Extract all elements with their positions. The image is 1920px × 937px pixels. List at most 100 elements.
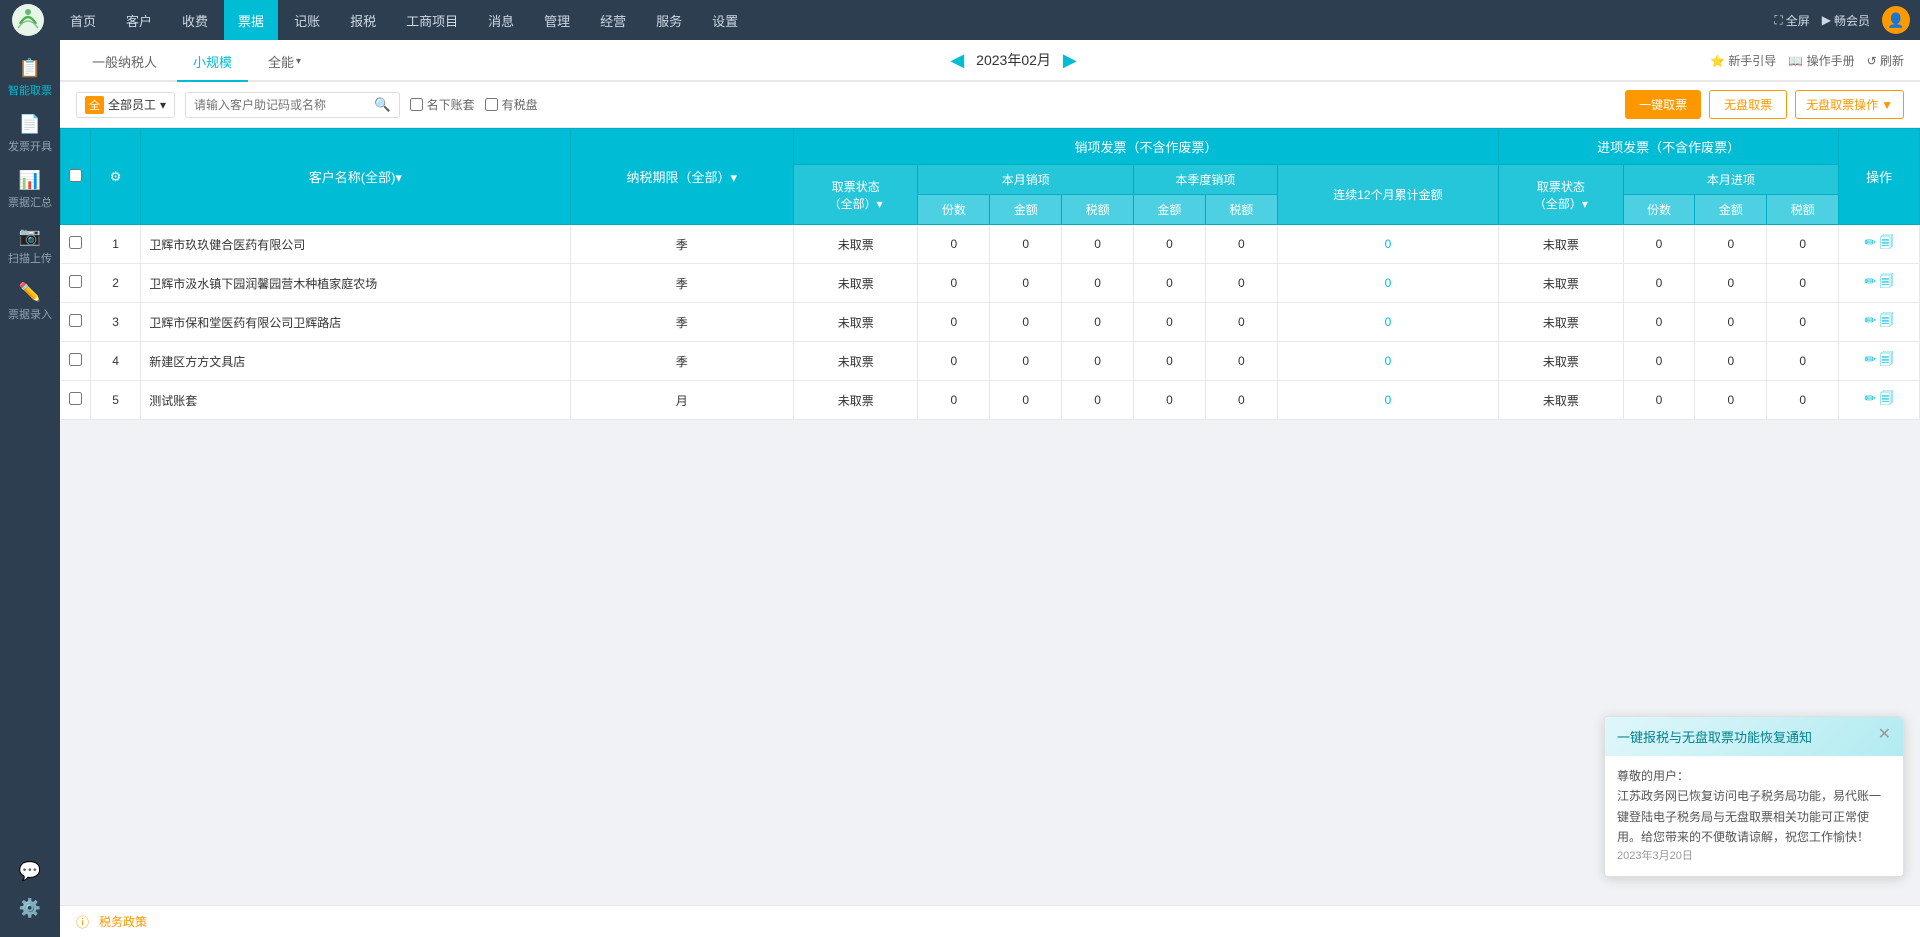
sidebar-item-scan-upload[interactable]: 📷 扫描上传 <box>0 218 60 274</box>
tab-all[interactable]: 全能 ▾ <box>252 42 317 82</box>
row-sales-month-amt: 0 <box>990 264 1062 303</box>
row-fetch-status-purchase: 未取票 <box>1499 264 1623 303</box>
nav-items: 首页 客户 收费 票据 记账 报税 工商项目 消息 管理 经营 服务 设置 <box>56 0 1774 40</box>
vip-btn[interactable]: ▶ 畅会员 <box>1822 12 1870 29</box>
th-sales-group-label: 销项发票（不含作废票） <box>1075 140 1218 155</box>
row-purchase-month-tax: 0 <box>1767 303 1839 342</box>
sidebar-bottom: 💬 ⚙️ <box>19 853 41 937</box>
nav-tax[interactable]: 报税 <box>336 0 390 40</box>
accumulated-link[interactable]: 0 <box>1385 276 1392 290</box>
next-period-btn[interactable]: ▶ <box>1063 50 1077 71</box>
sidebar-item-message[interactable]: 💬 <box>19 853 41 890</box>
notification-date: 2023年3月20日 <box>1617 847 1891 866</box>
prev-period-btn[interactable]: ◀ <box>950 50 964 71</box>
new-user-guide-btn[interactable]: ⭐ 新手引导 <box>1710 52 1776 69</box>
edit-btn[interactable]: ✏ <box>1865 273 1877 290</box>
edit-btn[interactable]: ✏ <box>1865 390 1877 407</box>
row-purchase-month-qty: 0 <box>1623 342 1695 381</box>
detail-btn[interactable]: 🗐 <box>1880 310 1894 334</box>
row-accumulated-amt: 0 <box>1277 381 1498 420</box>
info-icon: ⓘ <box>76 912 89 931</box>
row-fetch-status-sales: 未取票 <box>793 264 917 303</box>
accumulated-link[interactable]: 0 <box>1385 393 1392 407</box>
detail-btn[interactable]: 🗐 <box>1880 388 1894 412</box>
nav-invoice[interactable]: 票据 <box>224 0 278 40</box>
edit-btn[interactable]: ✏ <box>1865 312 1877 329</box>
search-input[interactable] <box>186 94 366 116</box>
my-accounts-label: 名下账套 <box>427 96 475 113</box>
nav-message[interactable]: 消息 <box>474 0 528 40</box>
refresh-btn[interactable]: ↺ 刷新 <box>1867 52 1904 69</box>
row-checkbox[interactable] <box>69 392 82 405</box>
notification-header: 一键报税与无盘取票功能恢复通知 ✕ <box>1605 717 1903 756</box>
sidebar-item-invoice-summary[interactable]: 📊 票据汇总 <box>0 162 60 218</box>
th-tax-period: 纳税期限（全部）▾ <box>570 129 793 225</box>
row-checkbox[interactable] <box>69 353 82 366</box>
avatar[interactable]: 👤 <box>1882 6 1910 34</box>
th-fetch-status-sales: 取票状态（全部）▾ <box>793 165 917 225</box>
nav-fee[interactable]: 收费 <box>168 0 222 40</box>
nav-customer[interactable]: 客户 <box>112 0 166 40</box>
sidebar-item-smart-fetch[interactable]: 📋 智能取票 <box>0 50 60 106</box>
no-disk-op-label: 无盘取票操作 <box>1806 96 1878 113</box>
search-box: 🔍 <box>185 92 400 118</box>
th-sales-month-amt: 金额 <box>990 195 1062 225</box>
my-accounts-checkbox[interactable] <box>410 98 423 111</box>
nav-service[interactable]: 服务 <box>642 0 696 40</box>
sidebar-label-smart-fetch: 智能取票 <box>8 82 52 98</box>
detail-btn[interactable]: 🗐 <box>1880 232 1894 256</box>
no-disk-op-btn[interactable]: 无盘取票操作 ▼ <box>1795 90 1904 119</box>
no-disk-fetch-btn[interactable]: 无盘取票 <box>1709 90 1787 119</box>
th-purchase-group: 进项发票（不含作废票） <box>1499 129 1839 165</box>
th-current-month-sales: 本月销项 <box>918 165 1134 195</box>
employee-filter[interactable]: 全 全部员工 ▾ <box>76 92 175 118</box>
nav-operation[interactable]: 经营 <box>586 0 640 40</box>
sidebar-label-invoice-summary: 票据汇总 <box>8 194 52 210</box>
row-purchase-month-tax: 0 <box>1767 342 1839 381</box>
row-checkbox[interactable] <box>69 236 82 249</box>
detail-btn[interactable]: 🗐 <box>1880 349 1894 373</box>
tax-disk-checkbox-label[interactable]: 有税盘 <box>485 96 538 113</box>
operation-manual-btn[interactable]: 📖 操作手册 <box>1788 52 1854 69</box>
sidebar-item-invoice-open[interactable]: 📄 发票开具 <box>0 106 60 162</box>
nav-home[interactable]: 首页 <box>56 0 110 40</box>
nav-business[interactable]: 工商项目 <box>392 0 472 40</box>
row-checkbox[interactable] <box>69 314 82 327</box>
tax-policy-link[interactable]: 税务政策 <box>99 913 147 930</box>
row-sales-month-tax: 0 <box>1062 381 1134 420</box>
filter-label: 全部员工 <box>108 96 156 113</box>
th-sales-group: 销项发票（不含作废票） <box>793 129 1498 165</box>
tab-small-scale[interactable]: 小规模 <box>177 42 248 82</box>
fullscreen-btn[interactable]: ⛶ 全屏 <box>1774 12 1809 29</box>
select-all-checkbox[interactable] <box>69 169 82 182</box>
nav-management[interactable]: 管理 <box>530 0 584 40</box>
accumulated-link[interactable]: 0 <box>1385 315 1392 329</box>
row-fetch-status-sales: 未取票 <box>793 342 917 381</box>
row-purchase-month-qty: 0 <box>1623 303 1695 342</box>
accumulated-link[interactable]: 0 <box>1385 354 1392 368</box>
tab-general-taxpayer[interactable]: 一般纳税人 <box>76 42 173 82</box>
edit-btn[interactable]: ✏ <box>1865 234 1877 251</box>
tax-disk-checkbox[interactable] <box>485 98 498 111</box>
app-logo[interactable] <box>10 2 46 38</box>
accumulated-link[interactable]: 0 <box>1385 237 1392 251</box>
sidebar-item-setting[interactable]: ⚙️ <box>19 890 41 927</box>
nav-bookkeeping[interactable]: 记账 <box>280 0 334 40</box>
notification-close-btn[interactable]: ✕ <box>1878 727 1891 743</box>
search-btn[interactable]: 🔍 <box>366 93 399 117</box>
row-checkbox-cell <box>61 225 91 264</box>
edit-btn[interactable]: ✏ <box>1865 351 1877 368</box>
row-index: 2 <box>91 264 141 303</box>
row-checkbox[interactable] <box>69 275 82 288</box>
th-sales-qtr-amt: 金额 <box>1134 195 1206 225</box>
one-key-fetch-btn[interactable]: 一键取票 <box>1625 90 1701 119</box>
row-actions: ✏ 🗐 <box>1839 264 1920 303</box>
nav-settings[interactable]: 设置 <box>698 0 752 40</box>
sidebar-item-invoice-entry[interactable]: ✏️ 票据录入 <box>0 274 60 330</box>
settings-icon[interactable]: ⚙ <box>110 169 122 184</box>
detail-btn[interactable]: 🗐 <box>1880 271 1894 295</box>
row-sales-month-amt: 0 <box>990 342 1062 381</box>
row-sales-month-amt: 0 <box>990 303 1062 342</box>
my-accounts-checkbox-label[interactable]: 名下账套 <box>410 96 475 113</box>
row-tax-period: 季 <box>570 225 793 264</box>
